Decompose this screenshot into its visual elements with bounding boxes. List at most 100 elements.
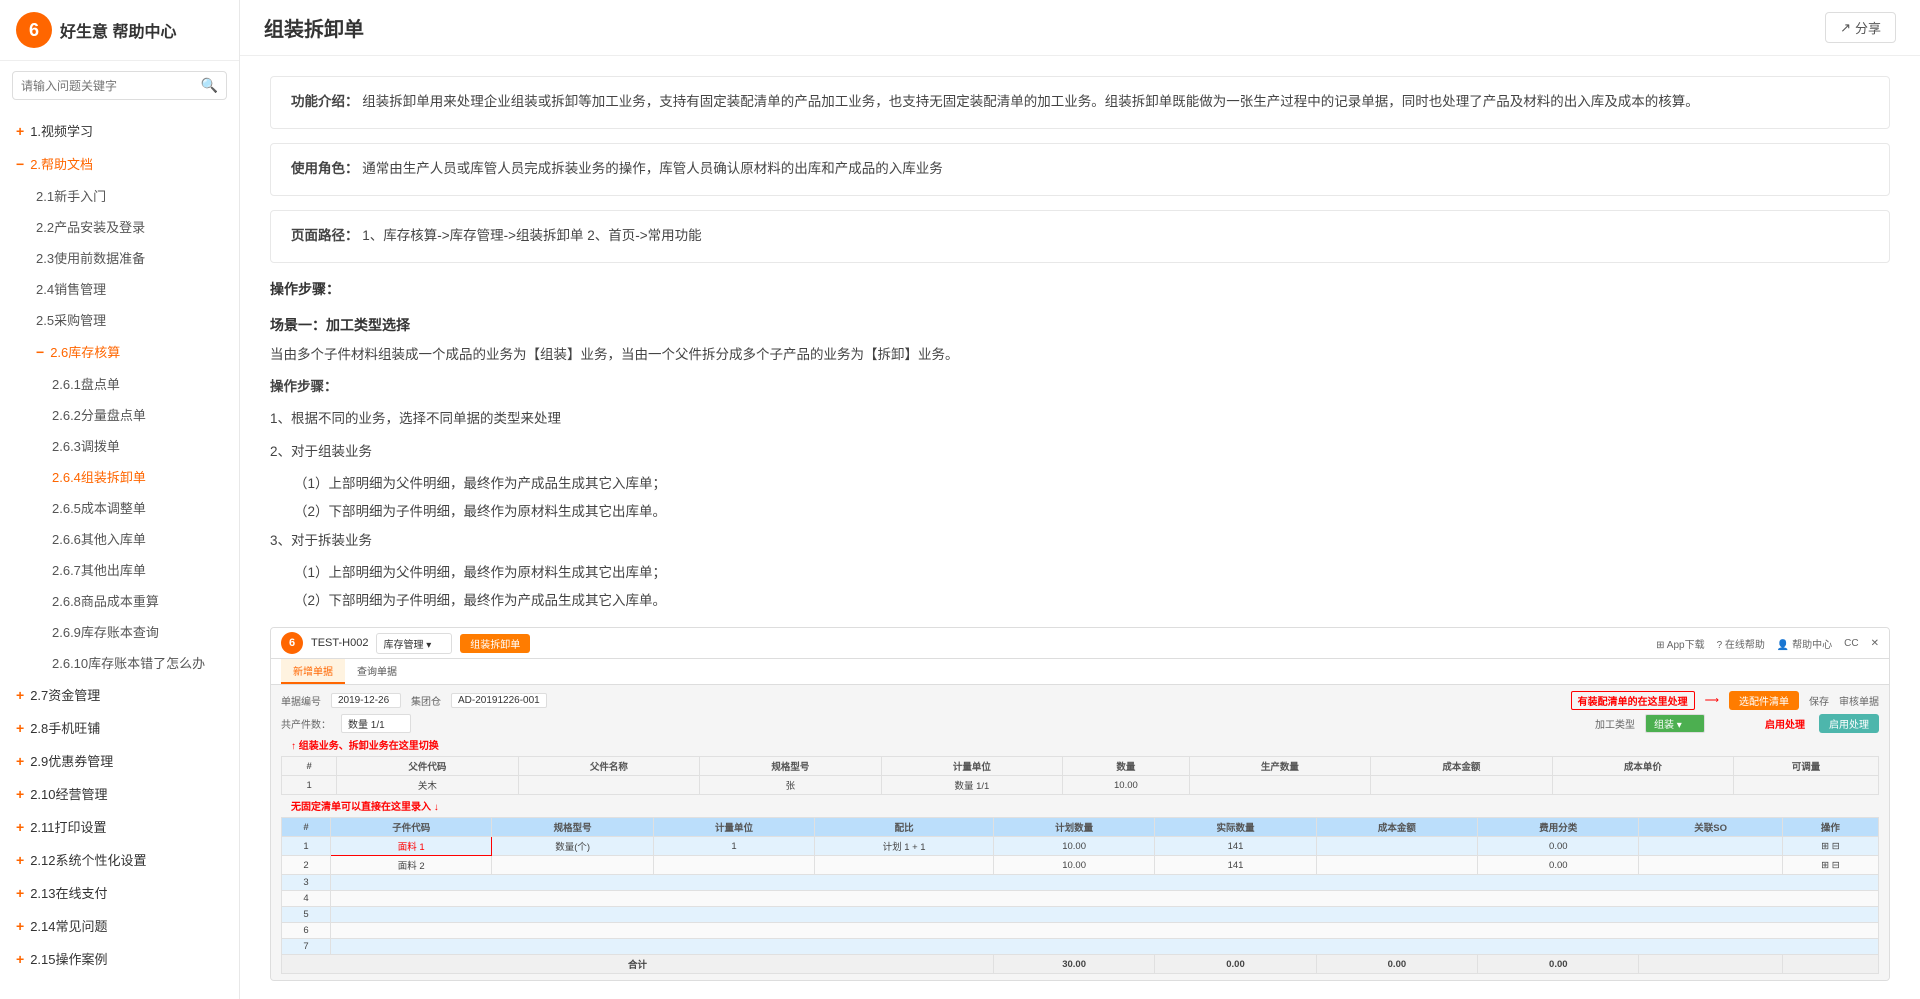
step3-sub1: （1）上部明细为父件明细，最终作为原材料生成其它出库单； bbox=[270, 561, 1890, 585]
erp-nav-tabs: 新增单据 查询单据 bbox=[271, 659, 1889, 685]
plus-icon-6: + bbox=[16, 819, 24, 835]
sidebar-item-video[interactable]: + 1.视频学习 bbox=[0, 114, 239, 147]
sidebar-item-mobile[interactable]: + 2.8手机旺铺 bbox=[0, 711, 239, 744]
col-seq2: # bbox=[282, 818, 331, 837]
sidebar-item-other-in[interactable]: 2.6.6其他入库单 bbox=[0, 523, 239, 554]
nav-section: + 1.视频学习 − 2.帮助文档 2.1新手入门 2.2产品安装及登录 2.3… bbox=[0, 110, 239, 979]
erp-parent-table: # 父件代码 父件名称 规格型号 计量单位 数量 生产数量 成本金额 成本单价 … bbox=[281, 756, 1879, 795]
sidebar-item-coupon[interactable]: + 2.9优惠券管理 bbox=[0, 744, 239, 777]
sidebar-item-label: 2.帮助文档 bbox=[30, 154, 93, 173]
sidebar-item-data-prep[interactable]: 2.3使用前数据准备 bbox=[0, 242, 239, 273]
erp-date-field[interactable]: 2019-12-26 bbox=[331, 693, 401, 708]
col-so: 关联SO bbox=[1639, 818, 1782, 837]
sidebar-item-label: 2.14常见问题 bbox=[30, 916, 107, 935]
sidebar-item-assembly[interactable]: 2.6.4组装拆卸单 bbox=[0, 461, 239, 492]
sidebar-item-transfer[interactable]: 2.6.3调拨单 bbox=[0, 430, 239, 461]
erp-topbar: 6 TEST-H002 库存管理 ▾ 组装拆卸单 ⊞ App下载 ? 在线帮助 … bbox=[271, 628, 1889, 659]
sidebar-item-finance[interactable]: + 2.7资金管理 bbox=[0, 678, 239, 711]
role-text: 通常由生产人员或库管人员完成拆装业务的操作，库管人员确认原材料的出库和产成品的入… bbox=[362, 161, 943, 176]
sidebar-item-other-out[interactable]: 2.6.7其他出库单 bbox=[0, 554, 239, 585]
role-label: 使用角色： bbox=[291, 161, 359, 176]
erp-icon-close[interactable]: ✕ bbox=[1871, 638, 1879, 649]
erp-tab-new[interactable]: 新增单据 bbox=[281, 659, 345, 684]
sidebar-item-cases[interactable]: + 2.15操作案例 bbox=[0, 942, 239, 975]
col-parent-name: 父件名称 bbox=[518, 757, 699, 776]
sidebar-item-docs[interactable]: − 2.帮助文档 bbox=[0, 147, 239, 180]
sidebar-item-custom[interactable]: + 2.12系统个性化设置 bbox=[0, 843, 239, 876]
app-logo: 6 bbox=[16, 12, 52, 48]
sidebar-item-payment[interactable]: + 2.13在线支付 bbox=[0, 876, 239, 909]
plus-icon-9: + bbox=[16, 918, 24, 934]
col-spec2: 规格型号 bbox=[492, 818, 653, 837]
erp-form-row-1: 单据编号 2019-12-26 集团仓 AD-20191226-001 有装配清… bbox=[281, 691, 1879, 710]
table-row: 1 关木 张 数量 1/1 10.00 bbox=[282, 776, 1879, 795]
col-prod-qty: 生产数量 bbox=[1189, 757, 1370, 776]
sidebar-item-ledger-err[interactable]: 2.6.10库存账本错了怎么办 bbox=[0, 647, 239, 678]
sidebar-item-cost-adj[interactable]: 2.6.5成本调整单 bbox=[0, 492, 239, 523]
col-plan-qty: 计划数量 bbox=[993, 818, 1154, 837]
content-area: 功能介绍： 组装拆卸单用来处理企业组装或拆卸等加工业务，支持有固定装配清单的产品… bbox=[240, 56, 1920, 999]
erp-nav-btn[interactable]: 组装拆卸单 bbox=[460, 634, 530, 653]
col-unit: 计量单位 bbox=[881, 757, 1062, 776]
sidebar-item-purchase[interactable]: 2.5采购管理 bbox=[0, 304, 239, 335]
plus-icon-3: + bbox=[16, 720, 24, 736]
col-spec: 规格型号 bbox=[700, 757, 881, 776]
sidebar-item-inventory[interactable]: − 2.6库存核算 bbox=[0, 335, 239, 368]
plus-icon-4: + bbox=[16, 753, 24, 769]
sidebar-item-label: 2.13在线支付 bbox=[30, 883, 107, 902]
sidebar-item-label: 2.9优惠券管理 bbox=[30, 751, 113, 770]
annotation-process: 启用处理 bbox=[1765, 716, 1805, 731]
col-child-code: 子件代码 bbox=[331, 818, 492, 837]
sidebar: 6 好生意 帮助中心 🔍 + 1.视频学习 − 2.帮助文档 2.1新手入门 2… bbox=[0, 0, 240, 999]
erp-count-field[interactable]: 数量 1/1 bbox=[341, 714, 411, 733]
sidebar-item-cost-recalc[interactable]: 2.6.8商品成本重算 bbox=[0, 585, 239, 616]
sidebar-item-label: 2.6库存核算 bbox=[50, 342, 120, 361]
search-box[interactable]: 🔍 bbox=[12, 71, 227, 100]
ops-steps-label: 操作步骤： bbox=[270, 375, 1890, 399]
sidebar-item-faq[interactable]: + 2.14常见问题 bbox=[0, 909, 239, 942]
erp-type-select[interactable]: 组装 ▾ bbox=[1645, 714, 1705, 733]
sidebar-item-label: 1.视频学习 bbox=[30, 121, 93, 140]
erp-module-dropdown[interactable]: 库存管理 ▾ bbox=[376, 633, 452, 654]
sidebar-item-biz[interactable]: + 2.10经营管理 bbox=[0, 777, 239, 810]
erp-icon-apps: ⊞ App下载 bbox=[1656, 636, 1704, 651]
sidebar-item-partial-stock[interactable]: 2.6.2分量盘点单 bbox=[0, 399, 239, 430]
share-button[interactable]: ↗ 分享 bbox=[1825, 12, 1896, 43]
path-label: 页面路径： bbox=[291, 228, 359, 243]
sidebar-item-ledger[interactable]: 2.6.9库存账本查询 bbox=[0, 616, 239, 647]
scene1-label: 场景一：加工类型选择 bbox=[270, 315, 1890, 335]
sidebar-item-print[interactable]: + 2.11打印设置 bbox=[0, 810, 239, 843]
plus-icon-8: + bbox=[16, 885, 24, 901]
erp-process-btn[interactable]: 启用处理 bbox=[1819, 714, 1879, 733]
erp-date-label: 单据编号 bbox=[281, 693, 321, 708]
table-row: 5 bbox=[282, 907, 1879, 923]
path-text: 1、库存核算->库存管理->组装拆卸单 2、首页->常用功能 bbox=[362, 228, 701, 243]
erp-order-field[interactable]: AD-20191226-001 bbox=[451, 693, 547, 708]
plus-icon-2: + bbox=[16, 687, 24, 703]
col-avail: 可调量 bbox=[1734, 757, 1879, 776]
sidebar-item-label: 2.8手机旺铺 bbox=[30, 718, 100, 737]
erp-count-label: 共产件数： bbox=[281, 716, 331, 731]
erp-select-bom-btn[interactable]: 选配件清单 bbox=[1729, 691, 1799, 710]
col-cost2: 成本金额 bbox=[1316, 818, 1477, 837]
erp-tab-query[interactable]: 查询单据 bbox=[345, 659, 409, 684]
step3: 3、对于拆装业务 bbox=[270, 529, 1890, 553]
sidebar-item-sales[interactable]: 2.4销售管理 bbox=[0, 273, 239, 304]
func-intro-block: 功能介绍： 组装拆卸单用来处理企业组装或拆卸等加工业务，支持有固定装配清单的产品… bbox=[270, 76, 1890, 129]
col-parent-code: 父件代码 bbox=[337, 757, 518, 776]
annotation-no-bom: 无固定清单可以直接在这里录入 ↓ bbox=[291, 798, 1879, 813]
col-op: 操作 bbox=[1782, 818, 1878, 837]
func-intro-label: 功能介绍： bbox=[291, 94, 359, 109]
search-input[interactable] bbox=[21, 79, 201, 93]
sidebar-item-install[interactable]: 2.2产品安装及登录 bbox=[0, 211, 239, 242]
sidebar-item-newbie[interactable]: 2.1新手入门 bbox=[0, 180, 239, 211]
erp-icon-help: ? 在线帮助 bbox=[1717, 636, 1765, 651]
sidebar-item-label: 2.15操作案例 bbox=[30, 949, 107, 968]
erp-child-table: # 子件代码 规格型号 计量单位 配比 计划数量 实际数量 成本金额 费用分类 … bbox=[281, 817, 1879, 974]
search-icon[interactable]: 🔍 bbox=[201, 77, 218, 94]
col-cost: 成本金额 bbox=[1371, 757, 1552, 776]
erp-extra1: 保存 bbox=[1809, 693, 1829, 708]
col-unit-cost: 成本单价 bbox=[1552, 757, 1733, 776]
sidebar-item-stocktake[interactable]: 2.6.1盘点单 bbox=[0, 368, 239, 399]
main-content: 组装拆卸单 ↗ 分享 功能介绍： 组装拆卸单用来处理企业组装或拆卸等加工业务，支… bbox=[240, 0, 1920, 999]
